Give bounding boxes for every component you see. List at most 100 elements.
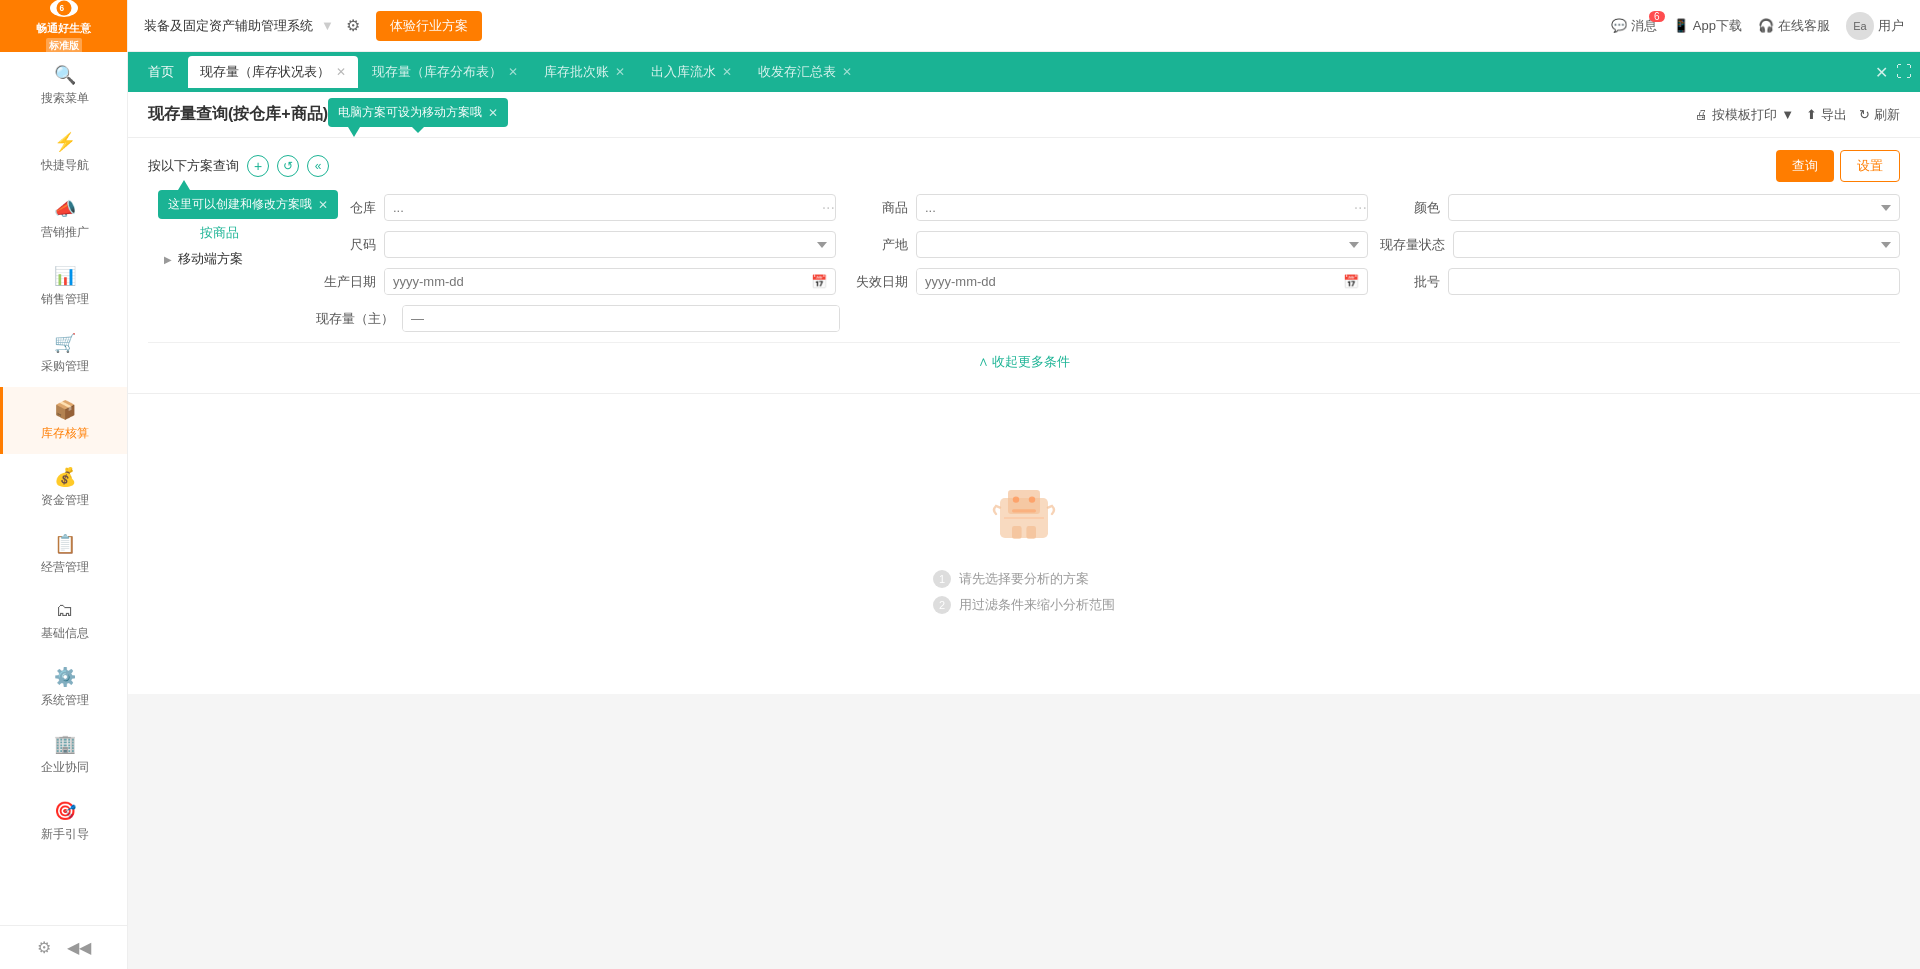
svg-rect-7 — [1012, 526, 1022, 539]
warehouse-more-icon[interactable]: ··· — [822, 199, 835, 217]
filter-fields: 仓库 ··· 商品 ··· — [316, 194, 1900, 342]
sidebar-item-purchase[interactable]: 🛒 采购管理 — [0, 320, 127, 387]
filter-row-2: 尺码 产地 — [316, 231, 1900, 258]
sidebar: 6 畅通好生意 标准版 🔍 搜索菜单 ⚡ 快捷导航 📣 营销推广 📊 销售管理 … — [0, 0, 128, 969]
exp-date-calendar-icon[interactable]: 📅 — [1335, 274, 1367, 289]
guide-icon: 🎯 — [54, 800, 76, 822]
user-menu[interactable]: Ea 用户 — [1846, 12, 1904, 40]
app-download-btn[interactable]: 📱 App下载 — [1673, 17, 1742, 35]
tooltip1-close-btn[interactable]: ✕ — [488, 106, 498, 120]
trial-btn[interactable]: 体验行业方案 — [376, 11, 482, 41]
sidebar-item-system[interactable]: ⚙️ 系统管理 — [0, 654, 127, 721]
sidebar-item-guide[interactable]: 🎯 新手引导 — [0, 788, 127, 855]
content-panel: 现存量查询(按仓库+商品) 🖨 按模板打印 ▼ ⬆ 导出 ↻ 刷新 — [128, 92, 1920, 694]
tooltip-scheme-mobile: 电脑方案可设为移动方案哦 ✕ — [328, 98, 508, 127]
sales-icon: 📊 — [54, 265, 76, 287]
field-origin: 产地 — [848, 231, 1368, 258]
color-select[interactable] — [1448, 194, 1900, 221]
page-content: 现存量查询(按仓库+商品) 🖨 按模板打印 ▼ ⬆ 导出 ↻ 刷新 — [128, 92, 1920, 969]
set-btn[interactable]: 设置 — [1840, 150, 1900, 182]
exp-date-input[interactable] — [917, 269, 1335, 294]
tab-minimize-icon[interactable]: ✕ — [1875, 63, 1888, 82]
system-title: 装备及固定资产辅助管理系统 — [144, 17, 313, 35]
sidebar-item-management[interactable]: 📋 经营管理 — [0, 521, 127, 588]
tab-close-inventory-dist[interactable]: ✕ — [508, 65, 518, 79]
product-input[interactable] — [917, 195, 1354, 220]
print-btn[interactable]: 🖨 按模板打印 ▼ — [1695, 106, 1794, 124]
tab-inventory-status[interactable]: 现存量（库存状况表） ✕ — [188, 56, 358, 88]
tab-maximize-icon[interactable]: ⛶ — [1896, 63, 1912, 81]
scheme-mobile-expand-icon: ▶ — [164, 254, 172, 265]
stock-main-input-wrapper — [402, 305, 840, 332]
marketing-icon: 📣 — [54, 198, 76, 220]
product-more-icon[interactable]: ··· — [1354, 199, 1367, 217]
settings-bottom-icon[interactable]: ⚙ — [37, 938, 51, 957]
purchase-icon: 🛒 — [54, 332, 76, 354]
page-title: 现存量查询(按仓库+商品) — [148, 104, 328, 125]
refresh-btn[interactable]: ↻ 刷新 — [1859, 106, 1900, 124]
refresh-icon: ↻ — [1859, 107, 1870, 122]
sidebar-item-search[interactable]: 🔍 搜索菜单 — [0, 52, 127, 119]
empty-state: 1 请先选择要分析的方案 2 用过滤条件来缩小分析范围 — [128, 394, 1920, 694]
management-icon: 📋 — [54, 533, 76, 555]
tab-close-receivable-summary[interactable]: ✕ — [842, 65, 852, 79]
scheme-settings-btn[interactable]: ↺ — [277, 155, 299, 177]
scheme-desktop-child-0[interactable]: 按商品 — [176, 220, 296, 246]
message-icon: 💬 — [1611, 18, 1627, 33]
settings-icon[interactable]: ⚙ — [346, 16, 360, 35]
online-support-btn[interactable]: 🎧 在线客服 — [1758, 17, 1830, 35]
add-scheme-btn[interactable]: + — [247, 155, 269, 177]
collapse-up-icon: ∧ — [978, 354, 989, 369]
tab-receivable-summary[interactable]: 收发存汇总表 ✕ — [746, 56, 864, 88]
sidebar-item-marketing[interactable]: 📣 营销推广 — [0, 186, 127, 253]
sidebar-item-enterprise[interactable]: 🏢 企业协同 — [0, 721, 127, 788]
tab-close-inout-flow[interactable]: ✕ — [722, 65, 732, 79]
system-title-area: 装备及固定资产辅助管理系统 ▼ — [144, 17, 334, 35]
finance-icon: 💰 — [54, 466, 76, 488]
sidebar-item-inventory[interactable]: 📦 库存核算 — [0, 387, 127, 454]
field-exp-date: 失效日期 📅 — [848, 268, 1368, 295]
stock-main-input[interactable] — [403, 306, 839, 331]
size-select[interactable] — [384, 231, 836, 258]
tab-inventory-dist[interactable]: 现存量（库存分布表） ✕ — [360, 56, 530, 88]
tab-close-inventory-status[interactable]: ✕ — [336, 65, 346, 79]
sidebar-item-basic-info[interactable]: 🗂 基础信息 — [0, 588, 127, 654]
print-icon: 🖨 — [1695, 107, 1708, 122]
tooltip2-close-btn[interactable]: ✕ — [318, 198, 328, 212]
batch-input[interactable] — [1448, 268, 1900, 295]
sidebar-item-sales[interactable]: 📊 销售管理 — [0, 253, 127, 320]
scheme-mobile[interactable]: ▶ 移动端方案 — [156, 246, 296, 272]
inventory-icon: 📦 — [54, 399, 76, 421]
search-btn[interactable]: 查询 — [1776, 150, 1834, 182]
svg-rect-6 — [1012, 509, 1036, 512]
tab-close-batch-ledger[interactable]: ✕ — [615, 65, 625, 79]
empty-tip-2: 2 用过滤条件来缩小分析范围 — [933, 596, 1115, 614]
sidebar-item-quick-nav[interactable]: ⚡ 快捷导航 — [0, 119, 127, 186]
svg-point-5 — [1029, 496, 1035, 502]
sidebar-item-finance[interactable]: 💰 资金管理 — [0, 454, 127, 521]
field-batch: 批号 — [1380, 268, 1900, 295]
warehouse-input[interactable] — [385, 195, 822, 220]
tab-batch-ledger[interactable]: 库存批次账 ✕ — [532, 56, 637, 88]
scheme-arrow-btn[interactable]: « — [307, 155, 329, 177]
tab-inout-flow[interactable]: 出入库流水 ✕ — [639, 56, 744, 88]
headset-icon: 🎧 — [1758, 18, 1774, 33]
export-btn[interactable]: ⬆ 导出 — [1806, 106, 1847, 124]
main-area: 装备及固定资产辅助管理系统 ▼ ⚙ 体验行业方案 💬 消息 6 📱 App下载 … — [128, 0, 1920, 969]
stock-status-select[interactable] — [1453, 231, 1900, 258]
exp-date-input-wrapper: 📅 — [916, 268, 1368, 295]
export-icon: ⬆ — [1806, 107, 1817, 122]
collapse-bar[interactable]: ∧ 收起更多条件 — [148, 342, 1900, 381]
field-stock-status: 现存量状态 — [1380, 231, 1900, 258]
phone-icon: 📱 — [1673, 18, 1689, 33]
prod-date-input[interactable] — [385, 269, 803, 294]
empty-illustration — [984, 474, 1064, 554]
field-warehouse: 仓库 ··· — [316, 194, 836, 221]
field-prod-date: 生产日期 📅 — [316, 268, 836, 295]
collapse-sidebar-icon[interactable]: ◀◀ — [67, 938, 91, 957]
tab-home[interactable]: 首页 — [136, 63, 186, 81]
origin-select[interactable] — [916, 231, 1368, 258]
quick-nav-icon: ⚡ — [54, 131, 76, 153]
prod-date-calendar-icon[interactable]: 📅 — [803, 274, 835, 289]
message-btn[interactable]: 💬 消息 6 — [1611, 17, 1657, 35]
